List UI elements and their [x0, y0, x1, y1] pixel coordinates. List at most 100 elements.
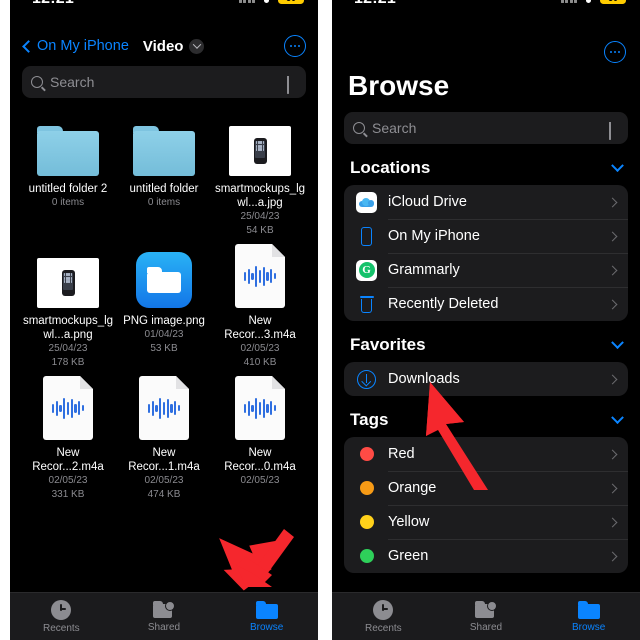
file-meta: 02/05/23	[240, 475, 280, 486]
status-bar-indicators: 60	[560, 0, 626, 4]
list-item-tag-yellow[interactable]: Yellow	[344, 505, 628, 539]
tab-shared[interactable]: Shared	[435, 600, 538, 633]
audio-file-icon	[235, 244, 285, 308]
wifi-icon	[260, 0, 273, 3]
file-item[interactable]: PNG image.png 01/04/23 53 KB	[116, 244, 212, 370]
chevron-down-icon[interactable]	[611, 335, 624, 349]
icloud-drive-icon	[356, 191, 377, 213]
tab-browse[interactable]: Browse	[215, 600, 318, 633]
grammarly-icon: G	[356, 259, 377, 281]
file-size: 178 KB	[51, 357, 85, 368]
file-name: smartmockups_lgwl...a.png	[22, 315, 114, 341]
search-placeholder: Search	[372, 120, 417, 136]
section-title: Locations	[350, 158, 431, 177]
file-item[interactable]: untitled folder 0 items	[116, 112, 212, 238]
tab-browse[interactable]: Browse	[537, 600, 640, 633]
tab-label: Recents	[42, 622, 80, 634]
chevron-right-icon	[607, 299, 618, 309]
tag-dot-icon	[356, 546, 377, 567]
chevron-down-icon	[189, 38, 205, 54]
chevron-down-icon[interactable]	[611, 410, 624, 424]
battery-icon: 60	[600, 0, 626, 4]
audio-file-icon	[139, 376, 189, 440]
tag-dot-icon	[356, 444, 377, 465]
tag-dot-icon	[356, 512, 377, 533]
tab-shared[interactable]: Shared	[113, 600, 216, 633]
section-header-locations[interactable]: Locations	[332, 144, 640, 185]
file-item[interactable]: New Recor...0.m4a 02/05/23	[212, 376, 308, 502]
section-header-favorites[interactable]: Favorites	[332, 321, 640, 362]
chevron-down-icon[interactable]	[611, 158, 624, 172]
file-meta: 02/05/23	[240, 343, 280, 354]
cellular-signal-icon	[560, 0, 577, 3]
tab-recents[interactable]: Recents	[332, 599, 435, 634]
file-meta: 02/05/23	[144, 475, 184, 486]
list-item-downloads[interactable]: Downloads	[344, 362, 628, 396]
list-item-recently-deleted[interactable]: Recently Deleted	[344, 287, 628, 321]
folder-title-menu[interactable]: Video	[143, 38, 205, 55]
search-placeholder: Search	[50, 74, 95, 90]
tab-label: Shared	[147, 621, 181, 633]
file-item[interactable]: smartmockups_lgwl...a.png 25/04/23 178 K…	[20, 244, 116, 370]
list-item-tag-green[interactable]: Green	[344, 539, 628, 573]
file-name: New Recor...0.m4a	[224, 447, 296, 473]
favorites-list: Downloads	[344, 362, 628, 396]
chevron-left-icon	[22, 39, 35, 53]
file-item[interactable]: untitled folder 2 0 items	[20, 112, 116, 238]
search-input[interactable]: Search	[22, 66, 306, 98]
chevron-right-icon	[607, 374, 618, 384]
microphone-icon[interactable]	[287, 75, 296, 94]
clock-icon	[373, 599, 394, 620]
battery-icon: 60	[278, 0, 304, 4]
wifi-icon	[582, 0, 595, 3]
tab-label: Browse	[250, 621, 284, 633]
file-item[interactable]: smartmockups_lgwl...a.jpg 25/04/23 54 KB	[212, 112, 308, 238]
list-item-icloud-drive[interactable]: iCloud Drive	[344, 185, 628, 219]
section-header-tags[interactable]: Tags	[332, 396, 640, 437]
list-item-label: On My iPhone	[388, 228, 480, 244]
back-button[interactable]: On My iPhone	[22, 38, 129, 54]
list-item-label: Red	[388, 446, 415, 462]
folder-icon	[577, 600, 600, 619]
list-item-grammarly[interactable]: G Grammarly	[344, 253, 628, 287]
list-item-tag-orange[interactable]: Orange	[344, 471, 628, 505]
status-bar-indicators: 60	[238, 0, 304, 4]
microphone-icon[interactable]	[609, 121, 618, 140]
search-input[interactable]: Search	[344, 112, 628, 144]
screenshot-stage: 12:21 60 On My iPhone Video Search	[0, 0, 640, 640]
chevron-right-icon	[607, 265, 618, 275]
chevron-right-icon	[607, 517, 618, 527]
file-name: smartmockups_lgwl...a.jpg	[214, 183, 306, 209]
chevron-right-icon	[607, 449, 618, 459]
image-thumbnail-icon	[229, 112, 291, 176]
folder-icon	[133, 112, 195, 176]
page-title: Video	[142, 37, 184, 55]
chevron-right-icon	[607, 231, 618, 241]
section-title: Tags	[350, 410, 389, 429]
file-item[interactable]: New Recor...2.m4a 02/05/23 331 KB	[20, 376, 116, 502]
file-meta: 25/04/23	[48, 343, 88, 354]
folder-icon	[37, 112, 99, 176]
file-name: New Recor...1.m4a	[128, 447, 200, 473]
more-ellipsis-icon[interactable]	[284, 35, 306, 57]
tab-bar: Recents Shared Browse	[10, 592, 318, 640]
section-title: Favorites	[350, 335, 426, 354]
tab-recents[interactable]: Recents	[10, 599, 113, 634]
browse-header-bar	[332, 28, 640, 72]
file-item[interactable]: New Recor...1.m4a 02/05/23 474 KB	[116, 376, 212, 502]
list-item-label: Grammarly	[388, 262, 460, 278]
audio-file-icon	[43, 376, 93, 440]
file-item[interactable]: New Recor...3.m4a 02/05/23 410 KB	[212, 244, 308, 370]
more-ellipsis-icon[interactable]	[604, 41, 626, 63]
left-phone-screen: 12:21 60 On My iPhone Video Search	[10, 0, 318, 640]
image-thumbnail-icon	[37, 244, 99, 308]
file-size: 474 KB	[147, 489, 181, 500]
list-item-label: iCloud Drive	[388, 194, 467, 210]
files-app-icon	[136, 244, 192, 308]
file-name: untitled folder	[129, 183, 199, 195]
clock-icon	[51, 599, 72, 620]
locations-list: iCloud Drive On My iPhone G Grammarly Re…	[344, 185, 628, 321]
chevron-right-icon	[607, 483, 618, 493]
list-item-on-my-iphone[interactable]: On My iPhone	[344, 219, 628, 253]
list-item-tag-red[interactable]: Red	[344, 437, 628, 471]
